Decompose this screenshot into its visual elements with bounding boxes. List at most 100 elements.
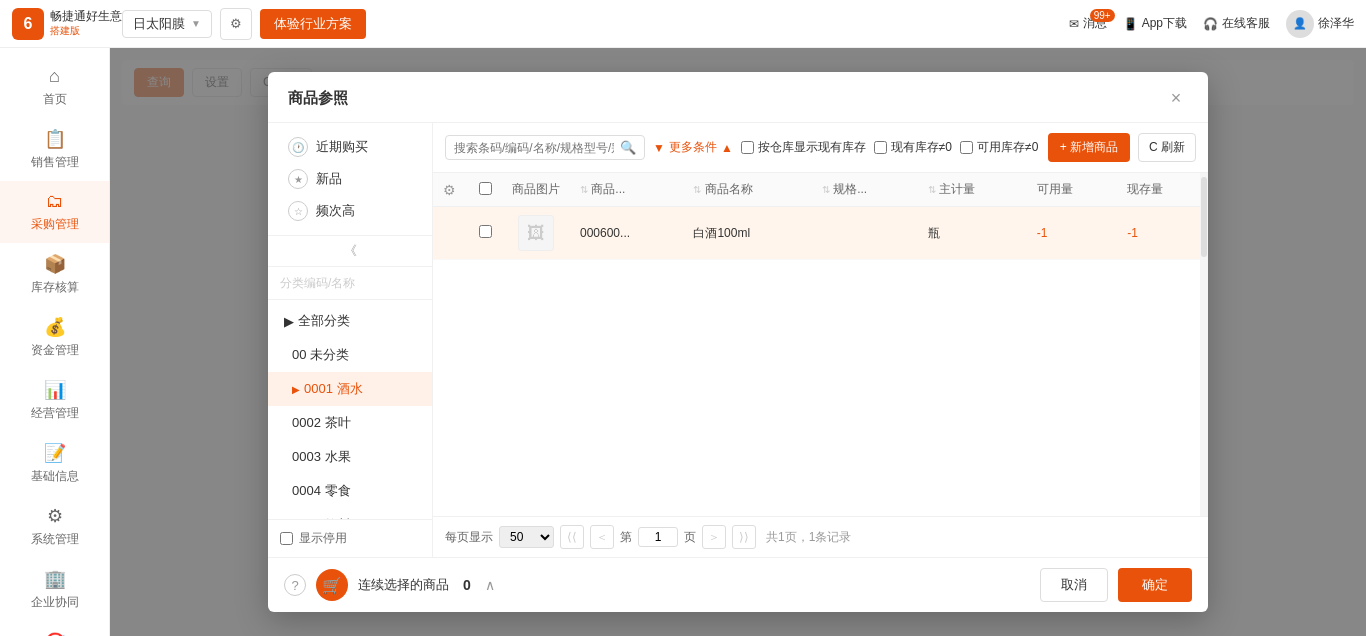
row-img: 🖼: [502, 207, 570, 260]
cat-0003-label: 0003 水果: [292, 448, 351, 466]
toolbar-right: + 新增商品 C 刷新: [1048, 133, 1196, 162]
warehouse-filter[interactable]: 按仓库显示现有库存: [741, 139, 866, 156]
quick-new[interactable]: ★ 新品: [280, 163, 420, 195]
footer-right: 取消 确定: [1040, 568, 1192, 602]
sidebar-item-home[interactable]: ⌂ 首页: [0, 56, 109, 118]
show-disabled-checkbox[interactable]: [280, 532, 293, 545]
sidebar-item-inventory[interactable]: 📦 库存核算: [0, 243, 109, 306]
category-list: ▶ 全部分类 00 未分类 ▶ 0001 酒水 0002 茶: [268, 300, 432, 519]
col-stock-label: 现存量: [1127, 182, 1163, 196]
service-item[interactable]: 🎧 在线客服: [1203, 15, 1270, 32]
warehouse-checkbox[interactable]: [741, 141, 754, 154]
add-product-button[interactable]: + 新增商品: [1048, 133, 1130, 162]
product-search-wrap: 🔍: [445, 135, 645, 160]
modal-title: 商品参照: [288, 89, 348, 108]
quick-frequent[interactable]: ☆ 频次高: [280, 195, 420, 227]
cat-item-00[interactable]: 00 未分类: [268, 338, 432, 372]
sort-icon-left: ⇅: [580, 184, 588, 195]
system-icon: ⚙: [47, 505, 63, 527]
user-item[interactable]: 👤 徐泽华: [1286, 10, 1354, 38]
product-search-icon[interactable]: 🔍: [620, 140, 636, 155]
cat-item-all[interactable]: ▶ 全部分类: [268, 304, 432, 338]
cat-item-0003[interactable]: 0003 水果: [268, 440, 432, 474]
service-label: 在线客服: [1222, 15, 1270, 32]
sidebar-item-finance[interactable]: 💰 资金管理: [0, 306, 109, 369]
user-name: 徐泽华: [1318, 15, 1354, 32]
sidebar-item-purchase[interactable]: 🗂 采购管理: [0, 181, 109, 243]
cart-icon[interactable]: 🛒: [316, 569, 348, 601]
collapse-button[interactable]: 《: [268, 236, 432, 267]
sidebar-item-enterprise[interactable]: 🏢 企业协同: [0, 558, 109, 621]
sidebar: ⌂ 首页 📋 销售管理 🗂 采购管理 📦 库存核算 💰 资金管理 📊 经营管理 …: [0, 48, 110, 636]
modal-close-button[interactable]: ×: [1164, 86, 1188, 110]
sidebar-item-sales[interactable]: 📋 销售管理: [0, 118, 109, 181]
sidebar-label-purchase: 采购管理: [31, 216, 79, 233]
table-row[interactable]: 🖼 000600... 白酒100ml 瓶 -1 -1: [433, 207, 1208, 260]
next-page-btn[interactable]: ＞: [702, 525, 726, 549]
sidebar-item-basic[interactable]: 📝 基础信息: [0, 432, 109, 495]
refresh-button[interactable]: C 刷新: [1138, 133, 1196, 162]
sidebar-label-finance: 资金管理: [31, 342, 79, 359]
sidebar-label-system: 系统管理: [31, 531, 79, 548]
usable-checkbox[interactable]: [960, 141, 973, 154]
usable-label: 可用库存≠0: [977, 139, 1038, 156]
col-unit-label: 主计量: [939, 182, 975, 196]
cat-item-0001[interactable]: ▶ 0001 酒水: [268, 372, 432, 406]
more-filter-button[interactable]: ▼ 更多条件 ▲: [653, 139, 733, 156]
table-setting-icon[interactable]: ⚙: [443, 182, 456, 198]
last-page-btn[interactable]: ⟩⟩: [732, 525, 756, 549]
trial-button[interactable]: 体验行业方案: [260, 9, 366, 39]
collapse-footer-icon[interactable]: ∧: [485, 577, 495, 593]
guide-icon: 🎯: [44, 631, 66, 636]
col-check-header: [469, 173, 502, 207]
avatar: 👤: [1286, 10, 1314, 38]
select-all-checkbox[interactable]: [479, 182, 492, 195]
sidebar-item-guide[interactable]: 🎯 新手引导: [0, 621, 109, 636]
per-page-select[interactable]: 50 10 20 100: [499, 526, 554, 548]
sidebar-label-operation: 经营管理: [31, 405, 79, 422]
gear-button[interactable]: ⚙: [220, 8, 252, 40]
message-icon: ✉: [1069, 17, 1079, 31]
cancel-button[interactable]: 取消: [1040, 568, 1108, 602]
quick-new-label: 新品: [316, 170, 342, 188]
usable-filter[interactable]: 可用库存≠0: [960, 139, 1038, 156]
main-content: 查询 设置 C 刷新 商品参照 ×: [110, 48, 1366, 636]
prev-page-btn[interactable]: ＜: [590, 525, 614, 549]
available-checkbox[interactable]: [874, 141, 887, 154]
col-stock-header[interactable]: 现存量: [1117, 173, 1208, 207]
modal-overlay: 商品参照 × 🕐 近期购买 ★: [110, 48, 1366, 636]
sidebar-label-inventory: 库存核算: [31, 279, 79, 296]
gear-icon: ⚙: [230, 16, 242, 31]
cat-all-label: 全部分类: [298, 312, 350, 330]
message-badge: 99+: [1090, 9, 1115, 22]
app-label: App下载: [1142, 15, 1187, 32]
col-available-label: 可用量: [1037, 182, 1073, 196]
table-scrollbar[interactable]: [1200, 173, 1208, 516]
store-selector[interactable]: 日太阳膜 ▼: [122, 10, 212, 38]
quick-recent[interactable]: 🕐 近期购买: [280, 131, 420, 163]
app-download-item[interactable]: 📱 App下载: [1123, 15, 1187, 32]
col-spec-header[interactable]: ⇅ 规格...: [812, 173, 918, 207]
page-number-input[interactable]: [638, 527, 678, 547]
product-search-input[interactable]: [454, 141, 614, 155]
cat-0001-label: 0001 酒水: [304, 380, 363, 398]
sidebar-item-operation[interactable]: 📊 经营管理: [0, 369, 109, 432]
row-checkbox[interactable]: [479, 225, 492, 238]
help-button[interactable]: ?: [284, 574, 306, 596]
cat-item-0005[interactable]: 0005 饮料: [268, 508, 432, 519]
first-page-btn[interactable]: ⟨⟨: [560, 525, 584, 549]
col-code-header[interactable]: ⇅ 商品...: [570, 173, 683, 207]
col-unit-header[interactable]: ⇅ 主计量: [918, 173, 1027, 207]
available-filter[interactable]: 现有库存≠0: [874, 139, 952, 156]
cat-item-0002[interactable]: 0002 茶叶: [268, 406, 432, 440]
cat-00-label: 00 未分类: [292, 346, 349, 364]
col-name-header[interactable]: ⇅ 商品名称: [683, 173, 811, 207]
cat-item-0004[interactable]: 0004 零食: [268, 474, 432, 508]
filter-label: 更多条件: [669, 139, 717, 156]
table-body: 🖼 000600... 白酒100ml 瓶 -1 -1: [433, 207, 1208, 260]
category-search-input[interactable]: [280, 276, 430, 290]
sidebar-item-system[interactable]: ⚙ 系统管理: [0, 495, 109, 558]
confirm-button[interactable]: 确定: [1118, 568, 1192, 602]
col-available-header[interactable]: 可用量: [1027, 173, 1118, 207]
message-item[interactable]: ✉ 消息 99+: [1069, 15, 1107, 32]
